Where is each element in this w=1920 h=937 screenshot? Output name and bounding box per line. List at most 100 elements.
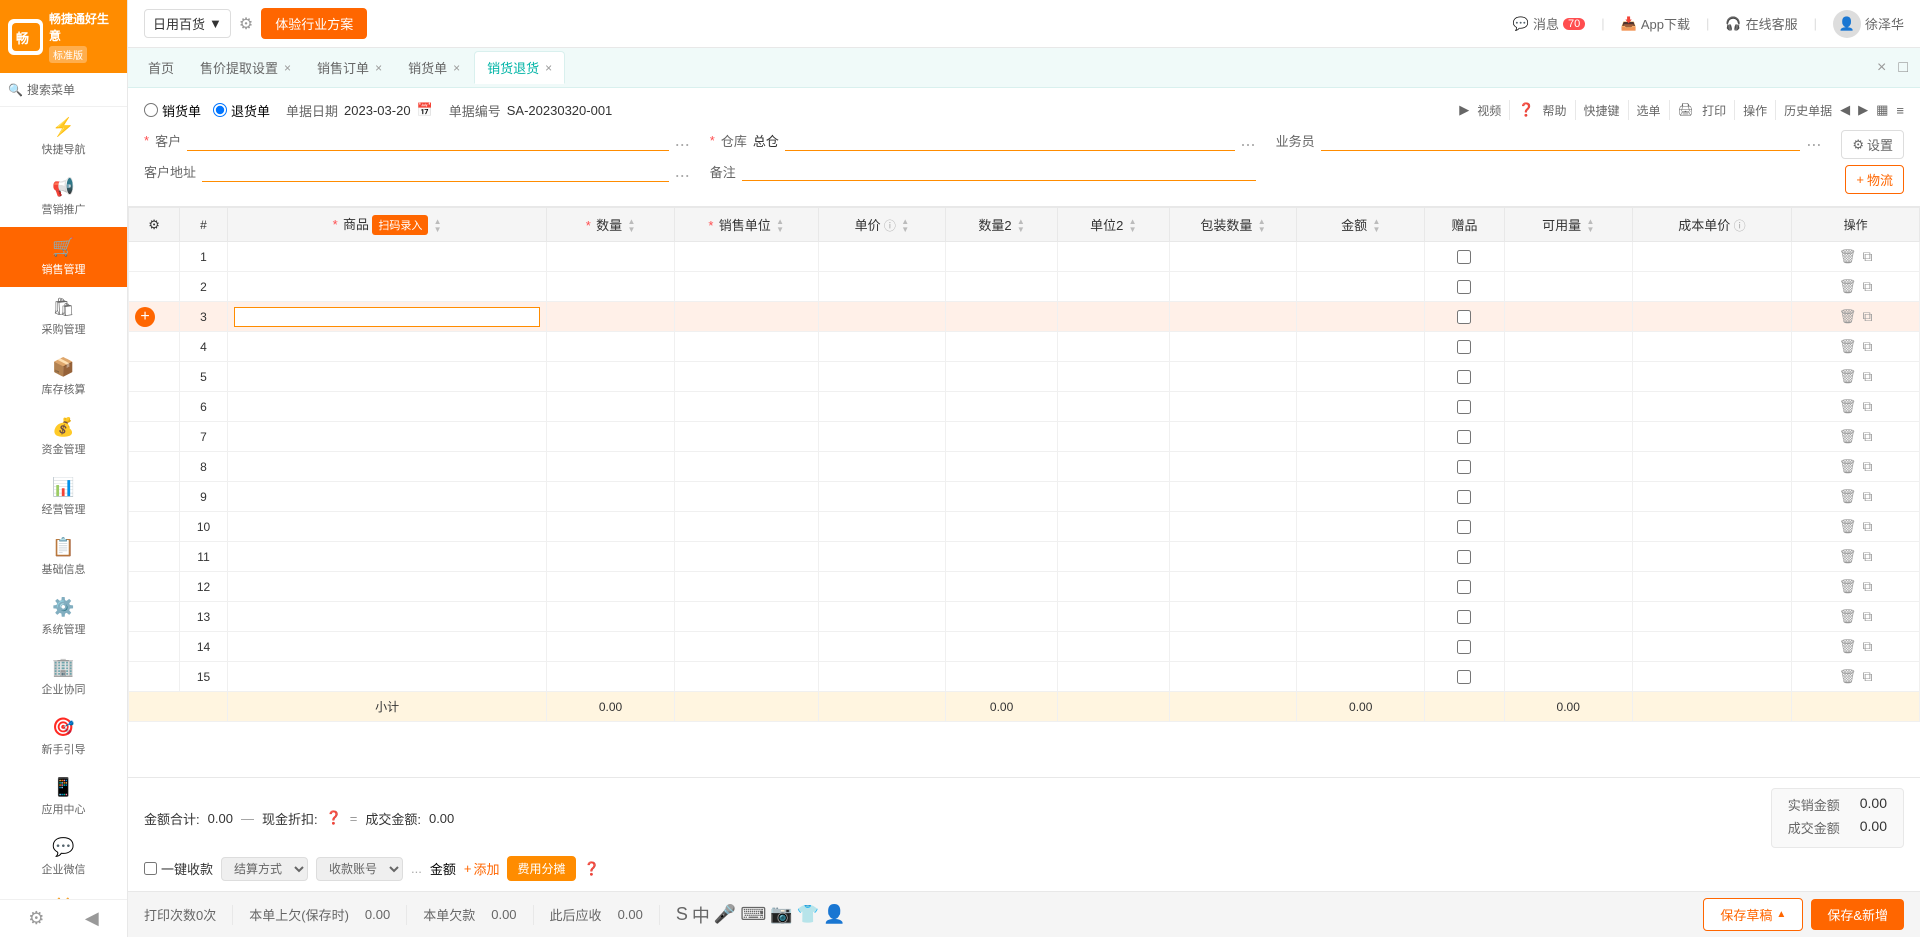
copy9[interactable]: ⧉ — [1862, 488, 1872, 505]
gift-checkbox-15[interactable] — [1457, 670, 1471, 684]
one-key-payment-checkbox[interactable]: 一键收款 — [144, 859, 213, 878]
copy13[interactable]: ⧉ — [1862, 608, 1872, 625]
copy7[interactable]: ⧉ — [1862, 428, 1872, 445]
tab-sales-delivery-close[interactable]: × — [453, 61, 460, 75]
copy8[interactable]: ⧉ — [1862, 458, 1872, 475]
sidebar-item-marketing[interactable]: 📢 营销推广 — [0, 167, 127, 227]
list-view-icon[interactable]: ≡ — [1896, 103, 1904, 118]
help-btn[interactable]: 帮助 — [1543, 102, 1567, 119]
module-selector[interactable]: 日用百货 ▼ — [144, 9, 231, 38]
sidebar-item-members[interactable]: 👑 畅会员 — [0, 887, 127, 899]
radio-return-input[interactable] — [213, 103, 227, 117]
del7[interactable]: 🗑 — [1839, 428, 1857, 445]
tabs-close-btn[interactable]: × — [1873, 57, 1890, 79]
sidebar-item-inventory[interactable]: 📦 库存核算 — [0, 347, 127, 407]
copy4[interactable]: ⧉ — [1862, 338, 1872, 355]
sidebar-item-quick-nav[interactable]: ⚡ 快捷导航 — [0, 107, 127, 167]
customer-addr-input[interactable] — [202, 162, 669, 182]
sidebar-collapse-btn[interactable]: ◀ — [85, 908, 99, 929]
staff-dots[interactable]: ... — [1806, 130, 1821, 151]
account-dots[interactable]: ... — [411, 861, 422, 876]
gift-checkbox-13[interactable] — [1457, 610, 1471, 624]
tab-price-settings-close[interactable]: × — [284, 61, 291, 75]
sidebar-settings-btn[interactable]: ⚙ — [28, 908, 44, 929]
user-profile-btn[interactable]: 👤 徐泽华 — [1833, 10, 1904, 38]
status-icon-2[interactable]: 中 — [692, 902, 710, 928]
sidebar-item-operations[interactable]: 📊 经营管理 — [0, 467, 127, 527]
gift-checkbox-9[interactable] — [1457, 490, 1471, 504]
sidebar-item-finance[interactable]: 💰 资金管理 — [0, 407, 127, 467]
cost-info-icon[interactable]: ⓘ — [1734, 219, 1746, 233]
copy-icon-3[interactable]: ⧉ — [1862, 308, 1872, 325]
gift-checkbox-1[interactable] — [1457, 250, 1471, 264]
sidebar-item-sales[interactable]: 🛒 销售管理 — [0, 227, 127, 287]
grid-view-icon[interactable]: ▦ — [1876, 102, 1888, 118]
del6[interactable]: 🗑 — [1839, 398, 1857, 415]
gift-checkbox-11[interactable] — [1457, 550, 1471, 564]
tab-sales-return[interactable]: 销货退货 × — [474, 51, 565, 84]
setting-btn[interactable]: ⚙ 设置 — [1841, 130, 1904, 159]
radio-sales-input[interactable] — [144, 103, 158, 117]
print-btn[interactable]: 打印 — [1702, 102, 1726, 119]
scan-btn[interactable]: 扫码录入 — [372, 215, 428, 235]
app-download-btn[interactable]: 📥 App下载 — [1621, 14, 1690, 33]
customer-input[interactable] — [187, 131, 669, 151]
copy-icon-1[interactable]: ⧉ — [1862, 248, 1872, 265]
next-icon[interactable]: ▶ — [1858, 102, 1868, 118]
tab-home[interactable]: 首页 — [136, 52, 186, 83]
product-input-3[interactable] — [234, 307, 540, 327]
copy-icon-2[interactable]: ⧉ — [1862, 278, 1872, 295]
sidebar-item-system[interactable]: ⚙️ 系统管理 — [0, 587, 127, 647]
calendar-icon[interactable]: 📅 — [417, 102, 433, 118]
history-btn[interactable]: 历史单据 — [1784, 102, 1832, 119]
camera-icon[interactable]: 📷 — [770, 904, 792, 925]
trial-btn[interactable]: 体验行业方案 — [261, 8, 367, 39]
radio-sales[interactable]: 销货单 — [144, 101, 201, 120]
person-icon[interactable]: 👤 — [823, 904, 845, 925]
gift-checkbox-4[interactable] — [1457, 340, 1471, 354]
message-btn[interactable]: 💬 消息 70 — [1513, 14, 1585, 33]
staff-input[interactable] — [1321, 131, 1801, 151]
customer-dots[interactable]: ... — [675, 130, 690, 151]
online-service-btn[interactable]: 🎧 在线客服 — [1725, 14, 1797, 33]
price-info-icon[interactable]: ⓘ — [884, 219, 896, 233]
sidebar-search[interactable]: 🔍 搜索菜单 — [0, 73, 127, 107]
del8[interactable]: 🗑 — [1839, 458, 1857, 475]
microphone-icon[interactable]: 🎤 — [714, 904, 736, 925]
copy6[interactable]: ⧉ — [1862, 398, 1872, 415]
gift-checkbox-8[interactable] — [1457, 460, 1471, 474]
gift-checkbox-7[interactable] — [1457, 430, 1471, 444]
keyboard-icon[interactable]: ⌨ — [740, 904, 766, 925]
operate-btn[interactable]: 操作 — [1743, 102, 1767, 119]
sidebar-item-purchase[interactable]: 🛍 采购管理 — [0, 287, 127, 347]
th-gear[interactable]: ⚙ — [129, 208, 180, 242]
del5[interactable]: 🗑 — [1839, 368, 1857, 385]
fee-split-btn[interactable]: 费用分摊 — [507, 856, 575, 881]
copy5[interactable]: ⧉ — [1862, 368, 1872, 385]
row-add-btn[interactable]: + — [135, 307, 155, 327]
copy14[interactable]: ⧉ — [1862, 638, 1872, 655]
tab-price-settings[interactable]: 售价提取设置 × — [188, 52, 303, 83]
gift-checkbox-14[interactable] — [1457, 640, 1471, 654]
sidebar-item-guide[interactable]: 🎯 新手引导 — [0, 707, 127, 767]
save-new-btn[interactable]: 保存&新增 — [1811, 899, 1904, 930]
del10[interactable]: 🗑 — [1839, 518, 1857, 535]
copy15[interactable]: ⧉ — [1862, 668, 1872, 685]
radio-return[interactable]: 退货单 — [213, 101, 270, 120]
del9[interactable]: 🗑 — [1839, 488, 1857, 505]
tabs-expand-btn[interactable]: □ — [1894, 57, 1912, 79]
gift-checkbox-10[interactable] — [1457, 520, 1471, 534]
copy10[interactable]: ⧉ — [1862, 518, 1872, 535]
fee-split-help[interactable]: ❓ — [584, 861, 600, 877]
del11[interactable]: 🗑 — [1839, 548, 1857, 565]
tab-sales-order[interactable]: 销售订单 × — [305, 52, 394, 83]
select-btn[interactable]: 选单 — [1637, 102, 1661, 119]
save-draft-btn[interactable]: 保存草稿 ▲ — [1703, 898, 1803, 931]
warehouse-input[interactable] — [785, 131, 1235, 151]
settlement-method-select[interactable]: 结算方式 — [221, 857, 308, 881]
delete-icon-2[interactable]: 🗑 — [1839, 278, 1857, 295]
del13[interactable]: 🗑 — [1839, 608, 1857, 625]
shortcut-btn[interactable]: 快捷键 — [1584, 102, 1620, 119]
tshirt-icon[interactable]: 👕 — [797, 904, 819, 925]
tab-sales-delivery[interactable]: 销货单 × — [396, 52, 472, 83]
